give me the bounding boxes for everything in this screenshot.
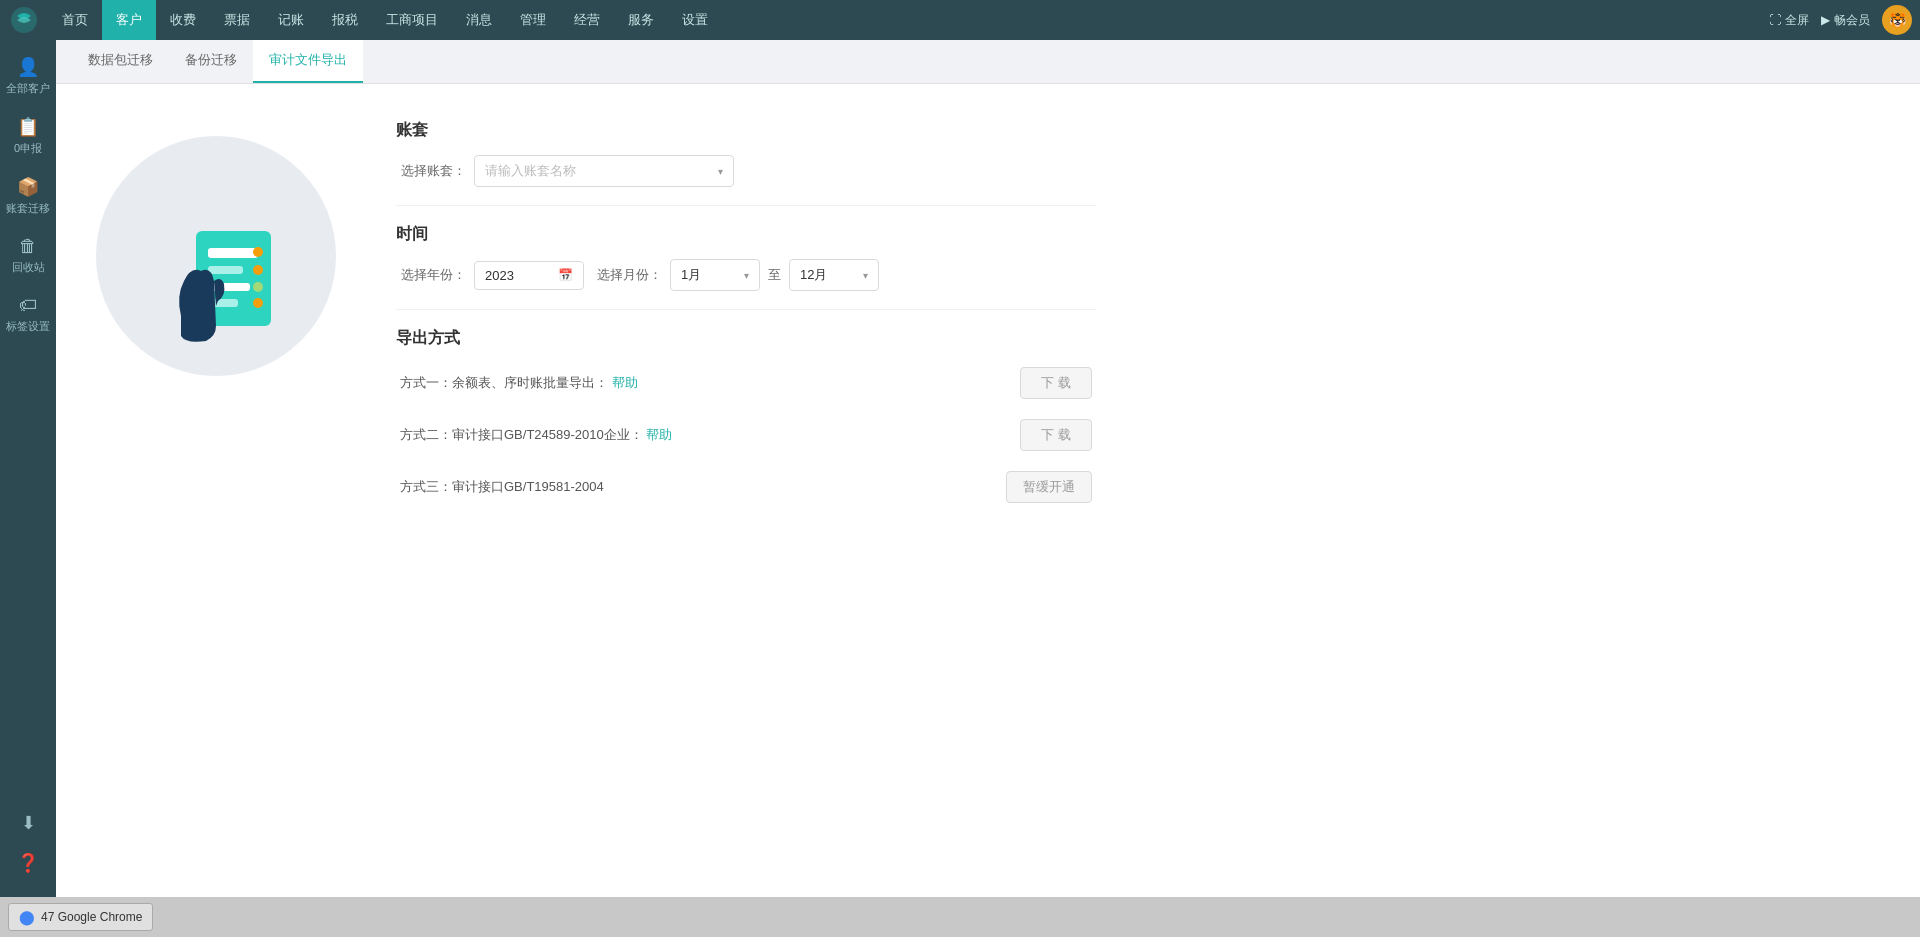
export-method-1-row: 方式一：余额表、序时账批量导出： 帮助 下 载 bbox=[396, 367, 1096, 399]
sidebar-bottom: ⬇ ❓ bbox=[2, 805, 54, 897]
select-month-label: 选择月份： bbox=[592, 266, 662, 284]
nav-home[interactable]: 首页 bbox=[48, 0, 102, 40]
fullscreen-button[interactable]: ⛶ 全屏 bbox=[1769, 12, 1809, 29]
left-sidebar: 👤 全部客户 📋 0申报 📦 账套迁移 🗑 回收站 🏷 标签设置 ⬇ ❓ bbox=[0, 40, 56, 897]
method1-text: 方式一：余额表、序时账批量导出： bbox=[400, 375, 608, 390]
select-account-label: 选择账套： bbox=[396, 162, 466, 180]
month-start-value: 1月 bbox=[681, 266, 701, 284]
sidebar-item-recycle[interactable]: 🗑 回收站 bbox=[2, 228, 54, 283]
nav-bookkeeping[interactable]: 记账 bbox=[264, 0, 318, 40]
recycle-icon: 🗑 bbox=[19, 236, 37, 257]
tab-audit-export[interactable]: 审计文件导出 bbox=[253, 40, 363, 83]
illustration-circle bbox=[96, 136, 336, 376]
account-set-select[interactable]: 请输入账套名称 ▾ bbox=[474, 155, 734, 187]
export-method-3-label: 方式三：审计接口GB/T19581-2004 bbox=[400, 478, 604, 496]
svg-rect-2 bbox=[208, 248, 258, 258]
export-method-3-row: 方式三：审计接口GB/T19581-2004 暂缓开通 bbox=[396, 471, 1096, 503]
illustration-svg bbox=[136, 166, 296, 346]
svg-point-6 bbox=[253, 247, 263, 257]
chrome-icon: ⬤ bbox=[19, 909, 35, 925]
nav-business[interactable]: 工商项目 bbox=[372, 0, 452, 40]
nav-fees[interactable]: 收费 bbox=[156, 0, 210, 40]
sidebar-label-recycle: 回收站 bbox=[12, 260, 45, 275]
method1-help-link[interactable]: 帮助 bbox=[612, 375, 638, 390]
nav-tax[interactable]: 报税 bbox=[318, 0, 372, 40]
nav-messages[interactable]: 消息 bbox=[452, 0, 506, 40]
fullscreen-icon: ⛶ bbox=[1769, 13, 1781, 27]
method3-open-button[interactable]: 暂缓开通 bbox=[1006, 471, 1092, 503]
sidebar-label-zero-declare: 0申报 bbox=[14, 141, 42, 156]
taskbar-chrome-label: 47 Google Chrome bbox=[41, 910, 142, 924]
method1-download-button[interactable]: 下 载 bbox=[1020, 367, 1092, 399]
export-method-2-label: 方式二：审计接口GB/T24589-2010企业： 帮助 bbox=[400, 426, 672, 444]
app-logo bbox=[8, 4, 40, 36]
to-label: 至 bbox=[768, 266, 781, 284]
sidebar-item-account-migration[interactable]: 📦 账套迁移 bbox=[2, 168, 54, 224]
export-method-1-label: 方式一：余额表、序时账批量导出： 帮助 bbox=[400, 374, 638, 392]
time-row: 选择年份： 2023 📅 选择月份： 1月 ▾ 至 12月 ▾ bbox=[396, 259, 1096, 291]
tab-data-migration[interactable]: 数据包迁移 bbox=[72, 40, 169, 83]
account-select-placeholder: 请输入账套名称 bbox=[485, 162, 576, 180]
divider-1 bbox=[396, 205, 1096, 206]
svg-point-7 bbox=[253, 265, 263, 275]
export-method-2-row: 方式二：审计接口GB/T24589-2010企业： 帮助 下 载 bbox=[396, 419, 1096, 451]
year-value: 2023 bbox=[485, 268, 514, 283]
main-layout: 👤 全部客户 📋 0申报 📦 账套迁移 🗑 回收站 🏷 标签设置 ⬇ ❓ 数据包… bbox=[0, 40, 1920, 897]
taskbar: ⬤ 47 Google Chrome bbox=[0, 897, 1920, 937]
month-start-arrow-icon: ▾ bbox=[744, 270, 749, 281]
sidebar-label-account-migration: 账套迁移 bbox=[6, 201, 50, 216]
member-icon: ▶ bbox=[1821, 13, 1830, 27]
sidebar-item-all-customers[interactable]: 👤 全部客户 bbox=[2, 48, 54, 104]
tag-settings-icon: 🏷 bbox=[19, 295, 37, 316]
content-area: 数据包迁移 备份迁移 审计文件导出 bbox=[56, 40, 1920, 897]
sidebar-item-zero-declare[interactable]: 📋 0申报 bbox=[2, 108, 54, 164]
svg-point-8 bbox=[253, 282, 263, 292]
nav-service[interactable]: 服务 bbox=[614, 0, 668, 40]
nav-items: 首页 客户 收费 票据 记账 报税 工商项目 消息 管理 经营 服务 设置 bbox=[48, 0, 1769, 40]
fullscreen-label: 全屏 bbox=[1785, 12, 1809, 29]
divider-2 bbox=[396, 309, 1096, 310]
sidebar-download-icon[interactable]: ⬇ bbox=[2, 805, 54, 841]
member-label: 畅会员 bbox=[1834, 12, 1870, 29]
export-section-title: 导出方式 bbox=[396, 328, 1096, 349]
nav-operations[interactable]: 经营 bbox=[560, 0, 614, 40]
nav-settings[interactable]: 设置 bbox=[668, 0, 722, 40]
time-section-title: 时间 bbox=[396, 224, 1096, 245]
month-end-select[interactable]: 12月 ▾ bbox=[789, 259, 879, 291]
tab-backup-migration[interactable]: 备份迁移 bbox=[169, 40, 253, 83]
nav-manage[interactable]: 管理 bbox=[506, 0, 560, 40]
method2-download-button[interactable]: 下 载 bbox=[1020, 419, 1092, 451]
method2-help-link[interactable]: 帮助 bbox=[646, 427, 672, 442]
account-migration-icon: 📦 bbox=[17, 176, 39, 198]
all-customers-icon: 👤 bbox=[17, 56, 39, 78]
taskbar-chrome-item[interactable]: ⬤ 47 Google Chrome bbox=[8, 903, 153, 931]
page-content: 账套 选择账套： 请输入账套名称 ▾ 时间 选择年份： 2023 📅 bbox=[56, 84, 1920, 897]
account-set-title: 账套 bbox=[396, 120, 1096, 141]
account-set-row: 选择账套： 请输入账套名称 ▾ bbox=[396, 155, 1096, 187]
member-button[interactable]: ▶ 畅会员 bbox=[1821, 12, 1870, 29]
zero-declare-icon: 📋 bbox=[17, 116, 39, 138]
form-area: 账套 选择账套： 请输入账套名称 ▾ 时间 选择年份： 2023 📅 bbox=[396, 116, 1096, 865]
nav-invoice[interactable]: 票据 bbox=[210, 0, 264, 40]
nav-right: ⛶ 全屏 ▶ 畅会员 🐯 bbox=[1769, 5, 1912, 35]
avatar[interactable]: 🐯 bbox=[1882, 5, 1912, 35]
month-end-value: 12月 bbox=[800, 266, 827, 284]
sidebar-label-tag-settings: 标签设置 bbox=[6, 319, 50, 334]
illustration-wrap bbox=[96, 116, 336, 865]
svg-rect-3 bbox=[208, 266, 243, 274]
method2-text: 方式二：审计接口GB/T24589-2010企业： bbox=[400, 427, 643, 442]
sidebar-question-icon[interactable]: ❓ bbox=[2, 845, 54, 881]
month-start-select[interactable]: 1月 ▾ bbox=[670, 259, 760, 291]
top-navigation: 首页 客户 收费 票据 记账 报税 工商项目 消息 管理 经营 服务 设置 ⛶ … bbox=[0, 0, 1920, 40]
tab-bar: 数据包迁移 备份迁移 审计文件导出 bbox=[56, 40, 1920, 84]
account-select-arrow-icon: ▾ bbox=[718, 166, 723, 177]
sidebar-label-all-customers: 全部客户 bbox=[6, 81, 50, 96]
month-end-arrow-icon: ▾ bbox=[863, 270, 868, 281]
svg-point-9 bbox=[253, 298, 263, 308]
select-year-label: 选择年份： bbox=[396, 266, 466, 284]
calendar-icon: 📅 bbox=[558, 268, 573, 282]
nav-customer[interactable]: 客户 bbox=[102, 0, 156, 40]
sidebar-item-tag-settings[interactable]: 🏷 标签设置 bbox=[2, 287, 54, 342]
year-input[interactable]: 2023 📅 bbox=[474, 261, 584, 290]
